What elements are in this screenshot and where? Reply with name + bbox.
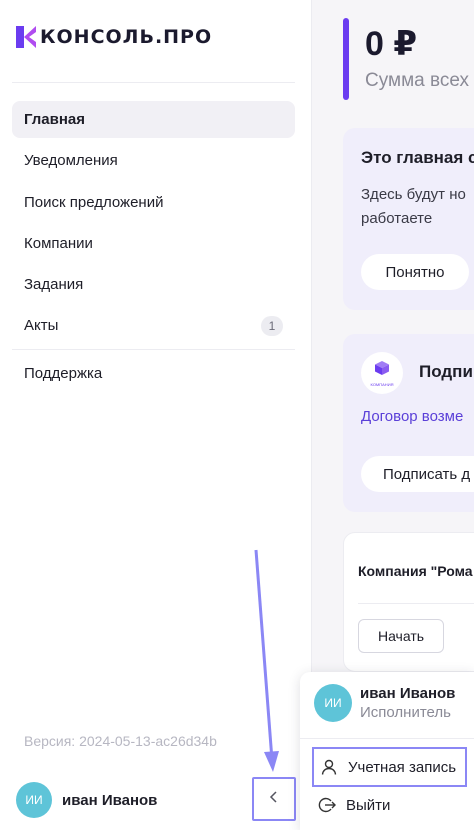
sidebar-item-label: Компании xyxy=(24,234,93,252)
divider xyxy=(358,603,474,604)
sidebar-item-label: Задания xyxy=(24,276,84,294)
sidebar-item-companies[interactable]: Компании xyxy=(12,225,295,262)
sign-card: КОМПАНИЯ Подпи Договор возме Подписать д xyxy=(343,334,474,512)
sidebar: КОНСОЛЬ.ПРО Главная Уведомления Поиск пр… xyxy=(0,0,312,830)
got-it-button[interactable]: Понятно xyxy=(361,254,469,290)
sidebar-item-label: Акты xyxy=(24,317,59,335)
sidebar-item-tasks[interactable]: Задания xyxy=(12,266,295,303)
sidebar-user[interactable]: ИИ иван Иванов xyxy=(16,782,157,818)
company-logo: КОМПАНИЯ xyxy=(361,352,403,394)
start-button[interactable]: Начать xyxy=(358,619,444,653)
welcome-title: Это главная с xyxy=(361,148,474,167)
sidebar-item-notifications[interactable]: Уведомления xyxy=(12,142,295,179)
menu-item-label: Учетная запись xyxy=(348,758,457,776)
welcome-text-line: работаете xyxy=(361,210,433,227)
sidebar-item-support[interactable]: Поддержка xyxy=(12,355,295,392)
brand-name: КОНСОЛЬ.ПРО xyxy=(40,26,213,48)
sidebar-item-offers-search[interactable]: Поиск предложений xyxy=(12,184,295,221)
menu-item-label: Выйти xyxy=(346,796,391,814)
balance-accent-bar xyxy=(343,18,349,100)
brand-logo[interactable]: КОНСОЛЬ.ПРО xyxy=(16,26,212,48)
menu-item-logout[interactable]: Выйти xyxy=(316,788,390,822)
sidebar-item-label: Уведомления xyxy=(24,152,118,170)
divider xyxy=(12,349,295,350)
sidebar-nav: Главная Уведомления Поиск предложений Ко… xyxy=(12,101,295,349)
balance-amount: 0 ₽ xyxy=(365,25,418,63)
sidebar-item-home[interactable]: Главная xyxy=(12,101,295,138)
count-badge: 1 xyxy=(261,315,283,336)
divider xyxy=(12,82,295,83)
user-icon xyxy=(318,756,340,778)
divider xyxy=(300,738,474,739)
sidebar-item-acts[interactable]: Акты 1 xyxy=(12,307,295,344)
chevron-left-icon xyxy=(267,790,281,809)
avatar: ИИ xyxy=(314,684,352,722)
version-label: Версия: 2024-05-13-ac26d34b xyxy=(24,733,217,749)
cube-icon xyxy=(374,360,390,381)
sidebar-item-label: Главная xyxy=(24,111,86,128)
welcome-text: Здесь будут но работаете xyxy=(361,183,466,231)
menu-user-role: Исполнитель xyxy=(360,704,451,721)
sign-button[interactable]: Подписать д xyxy=(361,456,474,492)
menu-user-name: иван Иванов xyxy=(360,685,456,702)
menu-user-info: ИИ иван Иванов Исполнитель xyxy=(314,684,455,722)
balance-caption: Сумма всех xyxy=(365,70,470,91)
menu-item-account[interactable]: Учетная запись xyxy=(312,747,467,787)
logout-icon xyxy=(316,794,338,816)
logo-icon xyxy=(16,26,38,48)
welcome-text-line: Здесь будут но xyxy=(361,186,466,203)
user-name: иван Иванов xyxy=(62,791,158,809)
contract-link[interactable]: Договор возме xyxy=(361,408,463,425)
company-logo-text: КОМПАНИЯ xyxy=(370,381,394,387)
company-title: Компания "Рома xyxy=(358,563,473,579)
company-card: Компания "Рома Начать xyxy=(343,532,474,672)
welcome-card: Это главная с Здесь будут но работаете П… xyxy=(343,128,474,310)
sign-title: Подпи xyxy=(419,362,473,381)
sidebar-item-label: Поддержка xyxy=(24,365,103,382)
avatar: ИИ xyxy=(16,782,52,818)
collapse-sidebar-button[interactable] xyxy=(252,777,296,821)
sidebar-item-label: Поиск предложений xyxy=(24,193,164,211)
